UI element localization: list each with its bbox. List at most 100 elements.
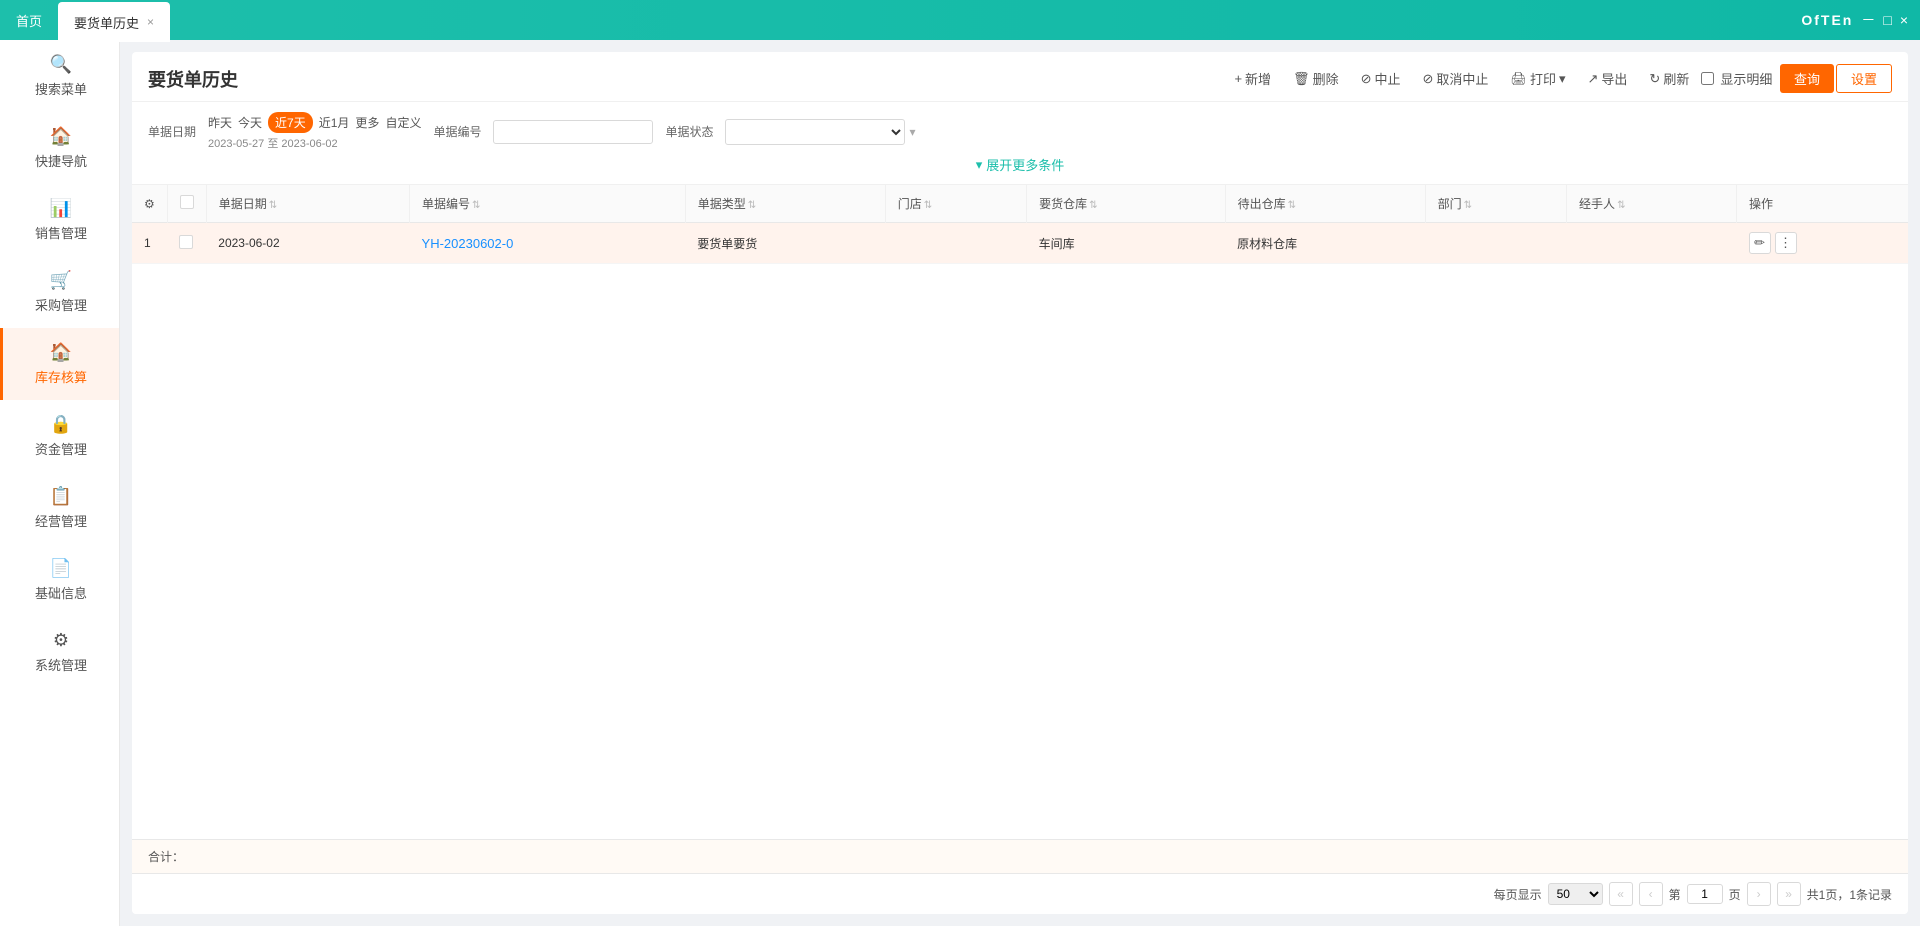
status-select-group: ▾ [725, 119, 1892, 145]
close-tab-icon[interactable]: × [147, 15, 154, 29]
cell-check-0[interactable] [167, 223, 206, 264]
window-minimize[interactable]: － [1861, 10, 1875, 30]
last-page-btn[interactable]: » [1777, 882, 1801, 906]
cell-index-0: 1 [132, 223, 167, 264]
sidebar-icon-quick-nav: 🏠 [50, 126, 72, 147]
col-docno[interactable]: 单据编号⇅ [410, 185, 686, 223]
page-panel: 要货单历史 + 新增 🗑 删除 ⊘ 中止 ⊘ [132, 52, 1908, 914]
docno-input[interactable] [493, 120, 653, 144]
query-button[interactable]: 查询 [1780, 64, 1834, 93]
col-store[interactable]: 门店⇅ [885, 185, 1026, 223]
stop-icon: ⊘ [1361, 71, 1372, 87]
footer-bar: 合计： [132, 839, 1908, 873]
shortcut-more[interactable]: 更多 [355, 114, 379, 131]
row-more-btn-0[interactable]: ⋮ [1775, 232, 1797, 254]
display-detail-toggle[interactable]: 显示明细 [1701, 69, 1772, 88]
cell-handler-0 [1567, 223, 1737, 264]
content-area: 要货单历史 + 新增 🗑 删除 ⊘ 中止 ⊘ [120, 40, 1920, 926]
sidebar-label-sales-mgmt: 销售管理 [35, 223, 87, 242]
col-pendingwarehouse[interactable]: 待出仓库⇅ [1225, 185, 1425, 223]
expand-more-label: 展开更多条件 [986, 155, 1064, 174]
cell-docno-0[interactable]: YH-20230602-0 [410, 223, 686, 264]
print-button[interactable]: 🖨 打印 ▾ [1500, 64, 1575, 93]
new-button[interactable]: + 新增 [1224, 64, 1281, 93]
prev-page-btn[interactable]: ‹ [1639, 882, 1663, 906]
stop-button[interactable]: ⊘ 中止 [1351, 64, 1411, 93]
sidebar-item-ops-mgmt[interactable]: 📋 经营管理 [0, 472, 119, 544]
status-select-arrow: ▾ [909, 125, 915, 139]
page-input[interactable] [1687, 884, 1723, 904]
shortcut-1month[interactable]: 近1月 [319, 114, 350, 131]
display-detail-checkbox[interactable] [1701, 72, 1714, 85]
settings-button[interactable]: 设置 [1836, 64, 1892, 93]
sidebar-label-sys-mgmt: 系统管理 [35, 655, 87, 674]
sidebar-item-quick-nav[interactable]: 🏠 快捷导航 [0, 112, 119, 184]
cancel-stop-button[interactable]: ⊘ 取消中止 [1413, 64, 1499, 93]
sidebar-item-sys-mgmt[interactable]: ⚙ 系统管理 [0, 616, 119, 688]
footer-total-label: 合计： [148, 848, 184, 865]
cell-doctype-0: 要货单要货 [685, 223, 885, 264]
col-handler[interactable]: 经手人⇅ [1567, 185, 1737, 223]
sidebar-item-inventory-calc[interactable]: 🏠 库存核算 [0, 328, 119, 400]
brand-text: OfTEn [1801, 12, 1853, 28]
page-title: 要货单历史 [148, 66, 1224, 92]
tab-home[interactable]: 首页 [0, 0, 58, 40]
sidebar-item-finance-mgmt[interactable]: 🔒 资金管理 [0, 400, 119, 472]
export-button[interactable]: ↗ 导出 [1577, 64, 1637, 93]
tab-active[interactable]: 要货单历史 × [58, 2, 170, 42]
sidebar-item-purchase-mgmt[interactable]: 🛒 采购管理 [0, 256, 119, 328]
select-all-checkbox[interactable] [180, 195, 194, 209]
sidebar-icon-sales-mgmt: 📊 [50, 198, 72, 219]
shortcut-today[interactable]: 今天 [238, 114, 262, 131]
refresh-icon: ↻ [1649, 71, 1660, 87]
export-icon: ↗ [1587, 71, 1598, 87]
table-row: 1 2023-06-02 YH-20230602-0 要货单要货 车间库 原材料… [132, 223, 1908, 264]
table-body: 1 2023-06-02 YH-20230602-0 要货单要货 车间库 原材料… [132, 223, 1908, 264]
print-label: 打印 [1530, 69, 1556, 88]
col-dept[interactable]: 部门⇅ [1425, 185, 1566, 223]
cancel-stop-label: 取消中止 [1436, 69, 1488, 88]
delete-button[interactable]: 🗑 删除 [1283, 64, 1349, 93]
col-doctype[interactable]: 单据类型⇅ [685, 185, 885, 223]
filter-bar: 单据日期 昨天 今天 近7天 近1月 更多 自定义 2023-05-27 至 2… [132, 102, 1908, 185]
cell-docdate-0: 2023-06-02 [206, 223, 409, 264]
refresh-button[interactable]: ↻ 刷新 [1639, 64, 1699, 93]
sidebar-icon-purchase-mgmt: 🛒 [50, 270, 72, 291]
date-shortcuts: 昨天 今天 近7天 近1月 更多 自定义 [208, 112, 421, 133]
shortcut-custom[interactable]: 自定义 [385, 114, 421, 131]
col-reqwarehouse[interactable]: 要货仓库⇅ [1027, 185, 1226, 223]
docno-link-0[interactable]: YH-20230602-0 [422, 236, 514, 251]
new-icon: + [1234, 71, 1242, 86]
total-info: 共1页，1条记录 [1807, 886, 1892, 903]
col-settings[interactable]: ⚙ [132, 185, 167, 223]
sidebar-item-sales-mgmt[interactable]: 📊 销售管理 [0, 184, 119, 256]
sidebar-label-quick-nav: 快捷导航 [35, 151, 87, 170]
expand-more-btn[interactable]: ▾ 展开更多条件 [148, 151, 1892, 178]
main-layout: 🔍 搜索菜单 🏠 快捷导航 📊 销售管理 🛒 采购管理 🏠 库存核算 🔒 资金管… [0, 40, 1920, 926]
date-shortcuts-group: 昨天 今天 近7天 近1月 更多 自定义 2023-05-27 至 2023-0… [208, 112, 421, 151]
sidebar-item-search-menu[interactable]: 🔍 搜索菜单 [0, 40, 119, 112]
date-filter-label: 单据日期 [148, 123, 196, 140]
delete-icon: 🗑 [1293, 71, 1310, 87]
date-range-display: 2023-05-27 至 2023-06-02 [208, 135, 421, 151]
shortcut-yesterday[interactable]: 昨天 [208, 114, 232, 131]
row-checkbox-0[interactable] [179, 235, 193, 249]
next-page-btn[interactable]: › [1747, 882, 1771, 906]
sidebar: 🔍 搜索菜单 🏠 快捷导航 📊 销售管理 🛒 采购管理 🏠 库存核算 🔒 资金管… [0, 40, 120, 926]
page-hint-first: 第 [1669, 886, 1681, 903]
col-docdate[interactable]: 单据日期⇅ [206, 185, 409, 223]
window-close[interactable]: × [1900, 12, 1908, 28]
shortcut-7days[interactable]: 近7天 [268, 112, 313, 133]
first-page-btn[interactable]: « [1609, 882, 1633, 906]
table-container: ⚙ 单据日期⇅ 单据编号⇅ 单据类型⇅ 门店⇅ 要货仓库⇅ 待出仓库⇅ 部门⇅ … [132, 185, 1908, 839]
status-select[interactable] [725, 119, 905, 145]
display-detail-text: 显示明细 [1720, 69, 1772, 88]
sidebar-item-basic-info[interactable]: 📄 基础信息 [0, 544, 119, 616]
window-maximize[interactable]: □ [1883, 12, 1891, 28]
col-checkbox [167, 185, 206, 223]
page-size-select[interactable]: 50 20 100 [1548, 883, 1603, 905]
row-edit-btn-0[interactable]: ✏ [1749, 232, 1771, 254]
sidebar-icon-finance-mgmt: 🔒 [50, 414, 72, 435]
cancel-stop-icon: ⊘ [1423, 71, 1434, 87]
table-header: ⚙ 单据日期⇅ 单据编号⇅ 单据类型⇅ 门店⇅ 要货仓库⇅ 待出仓库⇅ 部门⇅ … [132, 185, 1908, 223]
